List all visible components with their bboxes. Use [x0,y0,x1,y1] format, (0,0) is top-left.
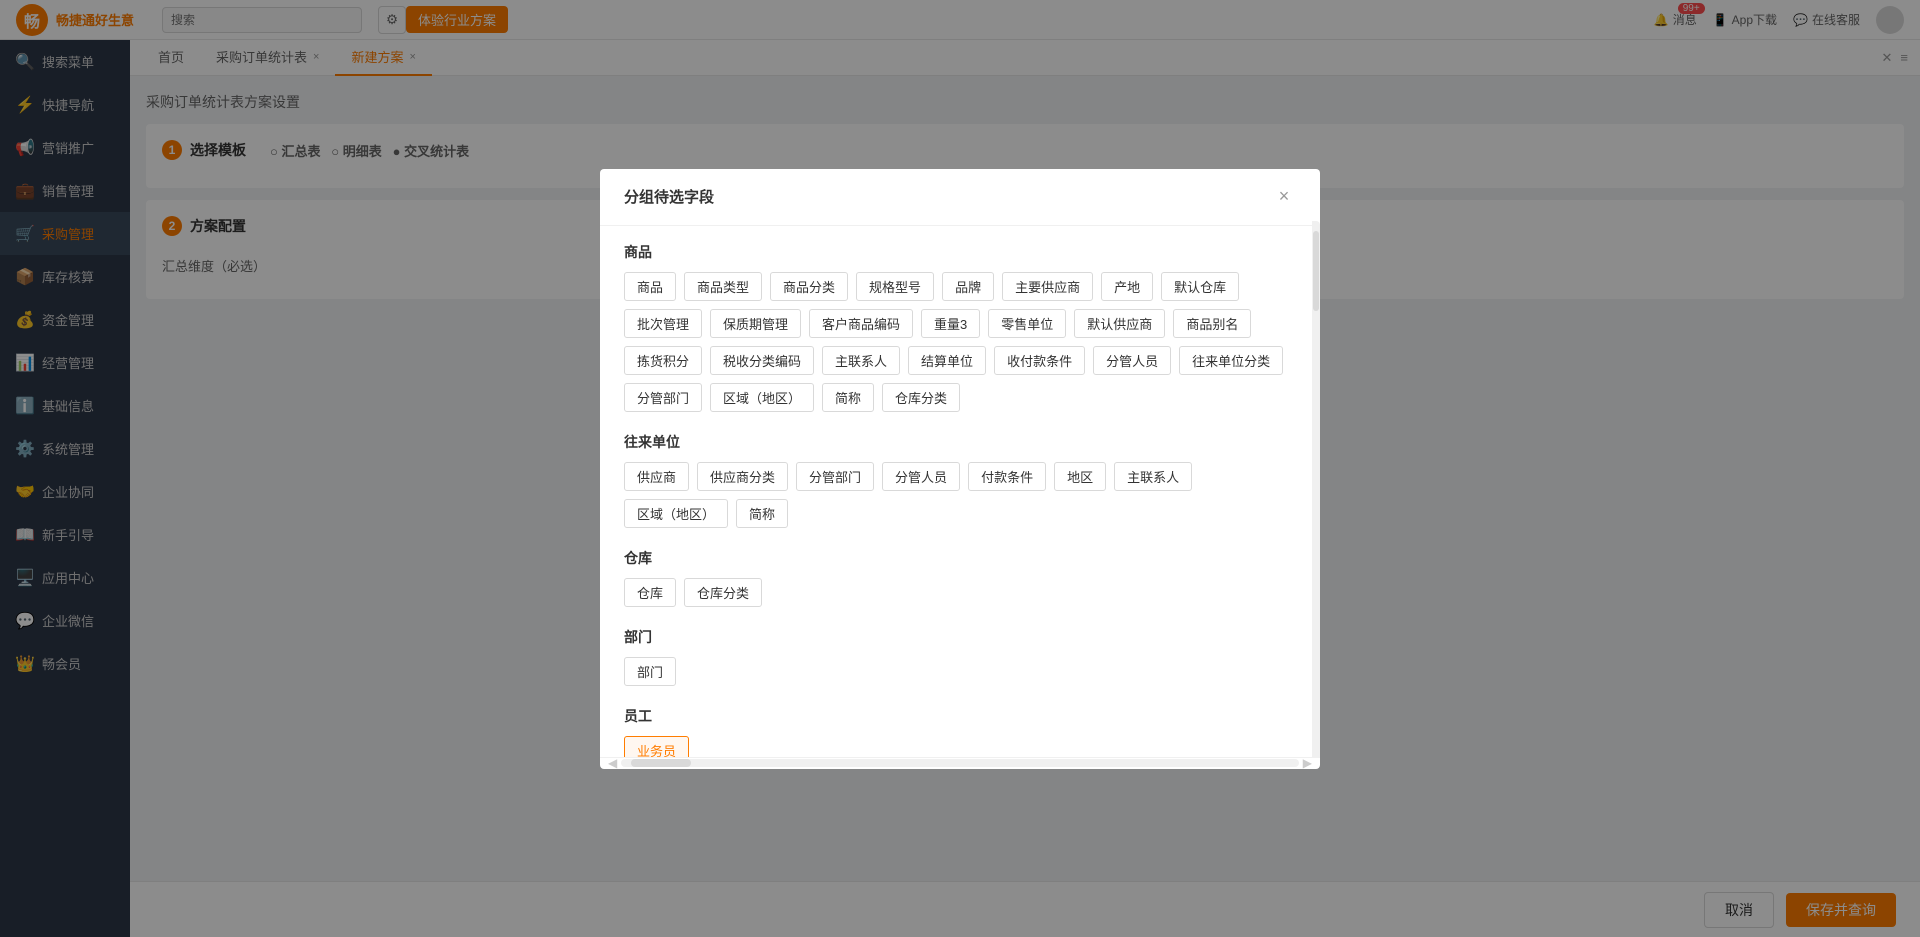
field-tag-1-4[interactable]: 付款条件 [968,462,1046,491]
field-section-2: 仓库仓库仓库分类 [624,548,1296,607]
hscroll-track [621,759,1299,767]
field-tag-0-22[interactable]: 分管部门 [624,383,702,412]
field-tag-0-7[interactable]: 默认仓库 [1161,272,1239,301]
field-tags-2: 仓库仓库分类 [624,578,1296,607]
hscroll-thumb [631,759,691,767]
field-tags-0: 商品商品类型商品分类规格型号品牌主要供应商产地默认仓库批次管理保质期管理客户商品… [624,272,1296,412]
field-tag-0-5[interactable]: 主要供应商 [1002,272,1093,301]
field-section-4: 员工业务员 [624,706,1296,757]
field-tag-0-6[interactable]: 产地 [1101,272,1153,301]
field-tag-0-11[interactable]: 重量3 [921,309,980,338]
field-tag-0-13[interactable]: 默认供应商 [1074,309,1165,338]
field-tag-4-0[interactable]: 业务员 [624,736,689,757]
field-tag-1-8[interactable]: 简称 [736,499,788,528]
hscroll-right-arrow[interactable]: ▶ [1299,756,1316,770]
field-tag-1-0[interactable]: 供应商 [624,462,689,491]
modal-header: 分组待选字段 × [600,169,1320,226]
field-tag-0-25[interactable]: 仓库分类 [882,383,960,412]
field-tag-1-1[interactable]: 供应商分类 [697,462,788,491]
field-section-3: 部门部门 [624,627,1296,686]
field-tag-0-17[interactable]: 主联系人 [822,346,900,375]
field-tag-2-0[interactable]: 仓库 [624,578,676,607]
modal: 分组待选字段 × 商品商品商品类型商品分类规格型号品牌主要供应商产地默认仓库批次… [600,169,1320,769]
modal-vertical-scrollbar[interactable] [1312,221,1320,757]
field-section-1: 往来单位供应商供应商分类分管部门分管人员付款条件地区主联系人区域（地区） 简称 [624,432,1296,528]
field-section-0: 商品商品商品类型商品分类规格型号品牌主要供应商产地默认仓库批次管理保质期管理客户… [624,242,1296,412]
field-tag-1-7[interactable]: 区域（地区） [624,499,728,528]
field-tag-2-1[interactable]: 仓库分类 [684,578,762,607]
field-section-title-2: 仓库 [624,548,1296,568]
field-tag-0-10[interactable]: 客户商品编码 [809,309,913,338]
field-tag-0-0[interactable]: 商品 [624,272,676,301]
field-tag-1-2[interactable]: 分管部门 [796,462,874,491]
field-tag-0-21[interactable]: 往来单位分类 [1179,346,1283,375]
field-tag-0-9[interactable]: 保质期管理 [710,309,801,338]
field-tag-0-12[interactable]: 零售单位 [988,309,1066,338]
modal-body: 商品商品商品类型商品分类规格型号品牌主要供应商产地默认仓库批次管理保质期管理客户… [600,226,1320,757]
modal-close-button[interactable]: × [1272,185,1296,209]
field-section-title-0: 商品 [624,242,1296,262]
field-tag-0-4[interactable]: 品牌 [942,272,994,301]
modal-overlay[interactable]: 分组待选字段 × 商品商品商品类型商品分类规格型号品牌主要供应商产地默认仓库批次… [0,0,1920,937]
field-tag-0-23[interactable]: 区域（地区） [710,383,814,412]
field-tag-0-18[interactable]: 结算单位 [908,346,986,375]
field-section-title-3: 部门 [624,627,1296,647]
field-section-title-1: 往来单位 [624,432,1296,452]
field-section-title-4: 员工 [624,706,1296,726]
field-tag-0-1[interactable]: 商品类型 [684,272,762,301]
field-tag-0-20[interactable]: 分管人员 [1093,346,1171,375]
field-tag-0-8[interactable]: 批次管理 [624,309,702,338]
field-tags-4: 业务员 [624,736,1296,757]
field-tag-0-24[interactable]: 简称 [822,383,874,412]
field-tag-3-0[interactable]: 部门 [624,657,676,686]
field-tag-0-16[interactable]: 税收分类编码 [710,346,814,375]
modal-title: 分组待选字段 [624,186,714,207]
field-tag-0-19[interactable]: 收付款条件 [994,346,1085,375]
field-tag-0-14[interactable]: 商品别名 [1173,309,1251,338]
modal-vscroll-thumb [1313,231,1319,311]
field-tag-0-2[interactable]: 商品分类 [770,272,848,301]
field-tag-1-6[interactable]: 主联系人 [1114,462,1192,491]
field-tag-1-5[interactable]: 地区 [1054,462,1106,491]
field-tags-3: 部门 [624,657,1296,686]
field-tags-1: 供应商供应商分类分管部门分管人员付款条件地区主联系人区域（地区） 简称 [624,462,1296,528]
field-tag-1-3[interactable]: 分管人员 [882,462,960,491]
field-tag-0-3[interactable]: 规格型号 [856,272,934,301]
modal-horizontal-scrollbar[interactable]: ◀ ▶ [600,757,1320,769]
hscroll-left-arrow[interactable]: ◀ [604,756,621,770]
field-tag-0-15[interactable]: 拣货积分 [624,346,702,375]
